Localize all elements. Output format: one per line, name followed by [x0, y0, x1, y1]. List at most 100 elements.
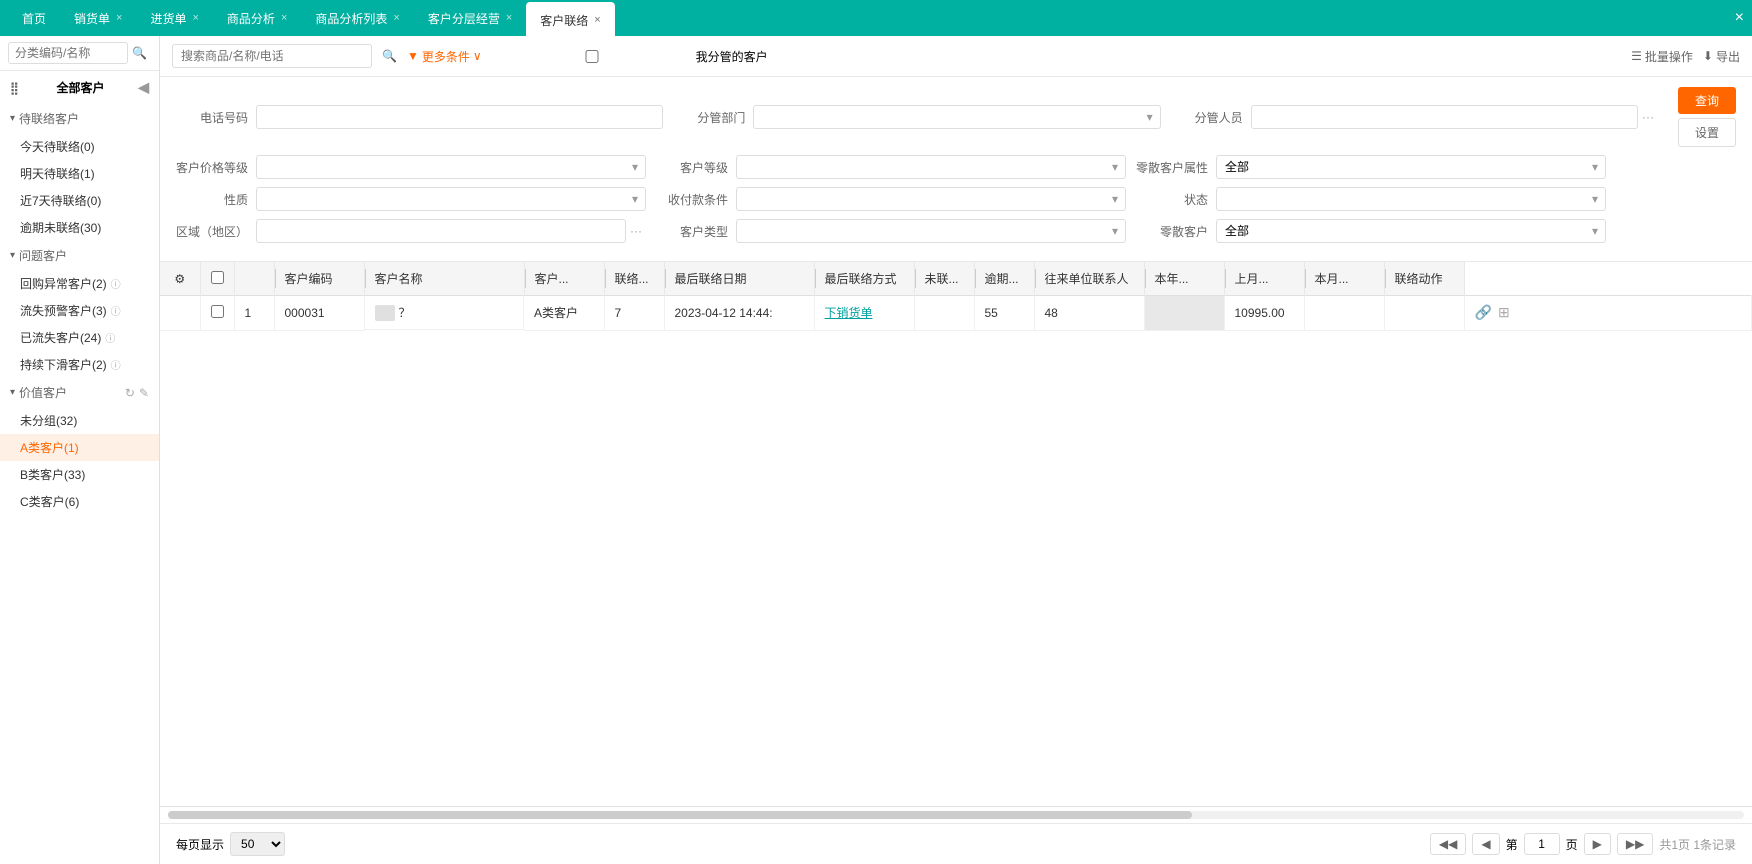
last-page-button[interactable]: ▶▶: [1617, 833, 1653, 855]
row-checkbox[interactable]: [211, 305, 224, 318]
sidebar-item-overdue-contact-label: 逾期未联络(30): [20, 219, 101, 236]
page-size-select[interactable]: 10 20 50 100: [230, 832, 285, 856]
th-code[interactable]: 客户编码: [274, 262, 364, 296]
filter-price-level-select[interactable]: [256, 155, 646, 179]
sidebar-item-7days-pending[interactable]: 近7天待联络(0): [0, 187, 159, 214]
nav-tab-customer-contact[interactable]: 客户联络 ×: [526, 2, 614, 38]
first-page-button[interactable]: ◀◀: [1430, 833, 1466, 855]
nav-tab-customer-segment[interactable]: 客户分层经营 ×: [414, 0, 526, 36]
sidebar-item-declining[interactable]: 持续下滑客户(2) ⓘ: [0, 351, 159, 378]
sidebar-group-value-refresh-icon[interactable]: ↻: [125, 386, 135, 400]
th-action[interactable]: 联络动作: [1384, 262, 1464, 296]
sidebar-item-class-c[interactable]: C类客户(6): [0, 488, 159, 515]
filter-retail-attr-select[interactable]: 全部: [1216, 155, 1606, 179]
nav-tab-purchase-label: 进货单: [150, 10, 186, 27]
th-no-contact[interactable]: 未联...: [914, 262, 974, 296]
sidebar-group-pending-contact[interactable]: ▾ 待联络客户: [0, 104, 159, 133]
sidebar-item-tomorrow-pending[interactable]: 明天待联络(1): [0, 160, 159, 187]
row-action-link-icon[interactable]: 🔗: [1475, 304, 1492, 321]
customer-search-input[interactable]: [172, 44, 372, 68]
nav-tab-home[interactable]: 首页: [8, 0, 60, 36]
td-checkbox[interactable]: [200, 296, 234, 331]
close-all-tabs-button[interactable]: ×: [1735, 9, 1744, 27]
th-name[interactable]: 客户名称: [364, 262, 524, 296]
th-contact[interactable]: 联络...: [604, 262, 664, 296]
nav-tab-goods-analysis-list-close[interactable]: ×: [393, 12, 399, 24]
horizontal-scrollbar-thumb[interactable]: [168, 811, 1192, 819]
nav-tab-customer-contact-close[interactable]: ×: [594, 14, 600, 26]
nav-tab-customer-segment-label: 客户分层经营: [428, 10, 500, 27]
filter-manager-ellipsis[interactable]: ···: [1638, 110, 1658, 124]
prev-page-button[interactable]: ◀: [1472, 833, 1499, 855]
th-checkbox[interactable]: [200, 262, 234, 296]
th-this-month[interactable]: 本月...: [1304, 262, 1384, 296]
filter-retail-customer-select[interactable]: 全部: [1216, 219, 1606, 243]
nav-tab-purchase-close[interactable]: ×: [192, 12, 198, 24]
nav-tab-sales-close[interactable]: ×: [116, 12, 122, 24]
th-last-month[interactable]: 上月...: [1224, 262, 1304, 296]
filter-phone-input[interactable]: [256, 105, 663, 129]
sidebar-item-repurchase-abnormal[interactable]: 回购异常客户(2) ⓘ: [0, 270, 159, 297]
nav-tab-purchase[interactable]: 进货单 ×: [136, 0, 212, 36]
filter-payment-select[interactable]: [736, 187, 1126, 211]
sidebar-search-icon[interactable]: 🔍: [132, 46, 147, 60]
filter-status-label: 状态: [1136, 191, 1216, 208]
th-this-year[interactable]: 本年...: [1144, 262, 1224, 296]
next-page-button[interactable]: ▶: [1584, 833, 1611, 855]
sidebar-item-class-a[interactable]: A类客户(1): [0, 434, 159, 461]
last-method-link[interactable]: 下销货单: [825, 306, 873, 320]
nav-tab-sales[interactable]: 销货单 ×: [60, 0, 136, 36]
sidebar-search-input[interactable]: [8, 42, 128, 64]
sidebar-item-today-pending[interactable]: 今天待联络(0): [0, 133, 159, 160]
th-last-date[interactable]: 最后联络日期: [664, 262, 814, 296]
filter-region-input[interactable]: [256, 219, 626, 243]
filter-status-wrap: [1216, 187, 1606, 211]
filter-customer-type: 客户类型: [656, 219, 1126, 243]
horizontal-scrollbar-track[interactable]: [168, 811, 1744, 819]
nav-tab-goods-analysis-close[interactable]: ×: [281, 12, 287, 24]
filter-dept: 分管部门: [673, 105, 1160, 129]
filter-customer-type-select[interactable]: [736, 219, 1126, 243]
sidebar-group-problem-customers[interactable]: ▾ 问题客户: [0, 241, 159, 270]
settings-button[interactable]: 设置: [1678, 118, 1736, 147]
sidebar-item-ungrouped[interactable]: 未分组(32): [0, 407, 159, 434]
nav-tab-goods-analysis[interactable]: 商品分析 ×: [213, 0, 301, 36]
query-button[interactable]: 查询: [1678, 87, 1736, 114]
filter-status-select[interactable]: [1216, 187, 1606, 211]
page-number-input[interactable]: [1524, 833, 1560, 855]
filter-action-buttons: 查询 设置: [1668, 87, 1736, 147]
sidebar-item-churn-warning[interactable]: 流失预警客户(3) ⓘ: [0, 297, 159, 324]
th-history-contact[interactable]: 往来单位联系人: [1034, 262, 1144, 296]
sidebar-item-overdue-contact[interactable]: 逾期未联络(30): [0, 214, 159, 241]
sidebar-group-value-customers[interactable]: ▾ 价值客户 ↻ ✎: [0, 378, 159, 407]
sidebar-all-customers-header[interactable]: ⣿ 全部客户 ◀: [0, 71, 159, 104]
filter-customer-level-select[interactable]: [736, 155, 1126, 179]
nav-tab-customer-segment-close[interactable]: ×: [506, 12, 512, 24]
td-no-contact: [914, 296, 974, 331]
select-all-checkbox[interactable]: [211, 271, 224, 284]
th-overdue[interactable]: 逾期...: [974, 262, 1034, 296]
filter-nature-select[interactable]: [256, 187, 646, 211]
batch-operation-button[interactable]: ☰ 批量操作: [1631, 48, 1693, 65]
export-button[interactable]: ⬇ 导出: [1703, 48, 1740, 65]
th-type[interactable]: 客户...: [524, 262, 604, 296]
th-settings[interactable]: ⚙: [160, 262, 200, 296]
td-last-method[interactable]: 下销货单: [814, 296, 914, 331]
sidebar-item-churned[interactable]: 已流失客户(24) ⓘ: [0, 324, 159, 351]
my-customer-checkbox-label[interactable]: 我分管的客户: [492, 48, 768, 65]
sidebar-item-class-b[interactable]: B类客户(33): [0, 461, 159, 488]
customer-search-icon[interactable]: 🔍: [382, 49, 397, 63]
filter-region-ellipsis[interactable]: ···: [626, 224, 646, 238]
th-last-method[interactable]: 最后联络方式: [814, 262, 914, 296]
sidebar-collapse-button[interactable]: ◀: [138, 79, 149, 96]
my-customer-checkbox[interactable]: [492, 50, 692, 63]
batch-op-label: 批量操作: [1645, 48, 1693, 65]
filter-manager-input[interactable]: [1251, 105, 1638, 129]
filter-dept-select[interactable]: [753, 105, 1160, 129]
nav-tab-goods-analysis-list-label: 商品分析列表: [315, 10, 387, 27]
nav-tab-goods-analysis-list[interactable]: 商品分析列表 ×: [301, 0, 413, 36]
row-action-grid-icon[interactable]: ⊞: [1498, 304, 1510, 321]
more-filter-button[interactable]: ▼ 更多条件 ∨: [407, 48, 482, 65]
filter-row-2: 客户价格等级 客户等级 零散客户属性 全部: [176, 155, 1736, 179]
sidebar-group-value-edit-icon[interactable]: ✎: [139, 386, 149, 400]
